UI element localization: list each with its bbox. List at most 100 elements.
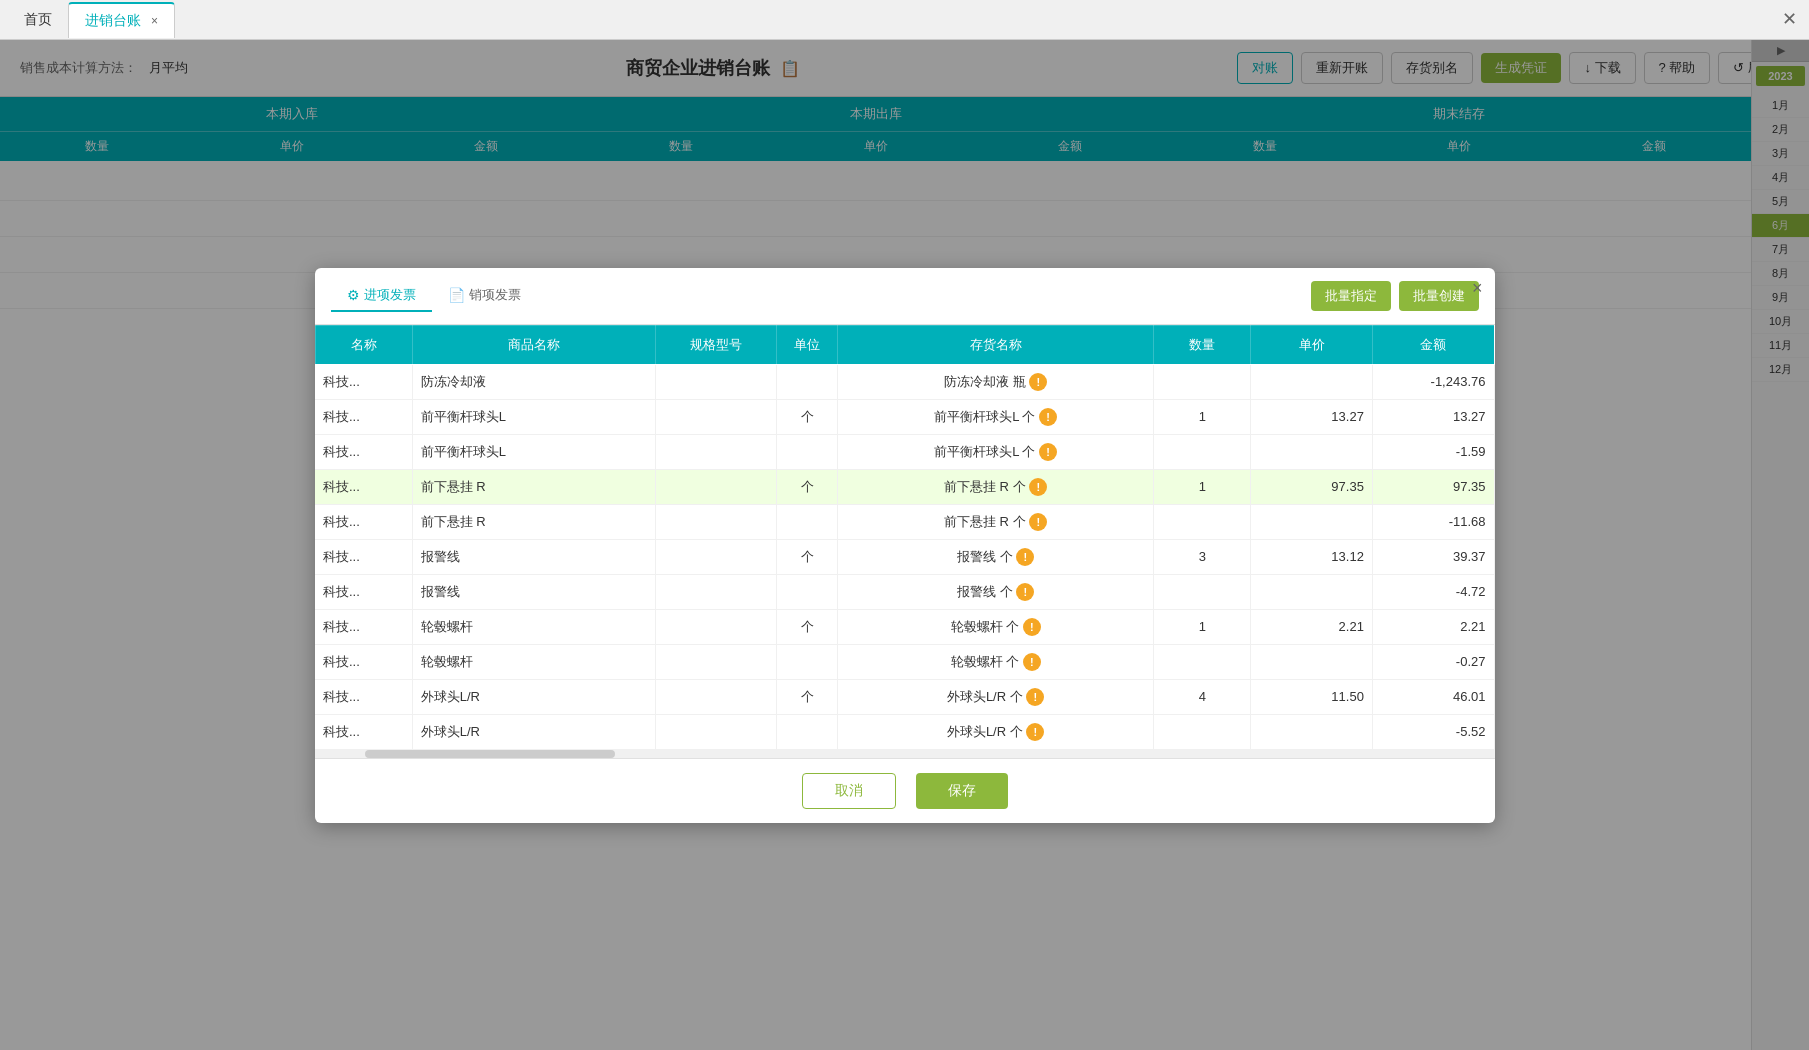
- table-row[interactable]: 科技...报警线 报警线 个 ! -4.72: [315, 574, 1494, 609]
- cell-name: 科技...: [315, 539, 412, 574]
- cell-unit: 个: [777, 399, 838, 434]
- modal-header: ⚙ 进项发票 📄 销项发票 批量指定 批量创建 ×: [315, 268, 1495, 325]
- cell-product: 前平衡杆球头L: [412, 399, 655, 434]
- table-row[interactable]: 科技...外球头L/R外球头L/R 个 !-5.52: [315, 714, 1494, 749]
- outgoing-tab-label: 销项发票: [469, 286, 521, 304]
- scrollbar-thumb[interactable]: [365, 750, 615, 758]
- cell-unit: 个: [777, 679, 838, 714]
- table-row[interactable]: 科技...轮毂螺杆个轮毂螺杆 个 !12.212.21: [315, 609, 1494, 644]
- table-scrollbar[interactable]: [315, 750, 1495, 758]
- cell-inventory: 报警线 个 !: [838, 574, 1154, 609]
- cell-product: 前下悬挂 R: [412, 504, 655, 539]
- cell-quantity: [1154, 364, 1251, 399]
- cell-price: [1251, 434, 1373, 469]
- batch-create-button[interactable]: 批量创建: [1399, 281, 1479, 311]
- cell-spec: [655, 399, 777, 434]
- tab-bar: 首页 进销台账 × ✕: [0, 0, 1809, 40]
- modal-tabs: ⚙ 进项发票 📄 销项发票: [331, 280, 537, 312]
- cell-inventory: 前平衡杆球头L 个 !: [838, 399, 1154, 434]
- cell-inventory: 报警线 个 !: [838, 539, 1154, 574]
- cell-price: 2.21: [1251, 609, 1373, 644]
- cell-product: 防冻冷却液: [412, 364, 655, 399]
- modal-dialog: ⚙ 进项发票 📄 销项发票 批量指定 批量创建 ×: [315, 268, 1495, 823]
- cell-unit: [777, 504, 838, 539]
- cell-name: 科技...: [315, 574, 412, 609]
- cell-price: 11.50: [1251, 679, 1373, 714]
- table-row[interactable]: 科技...前下悬挂 R个前下悬挂 R 个 !197.3597.35: [315, 469, 1494, 504]
- main-area: 销售成本计算方法： 月平均 商贸企业进销台账 📋 对账 重新开账 存货别名 生成…: [0, 40, 1809, 1050]
- tab-close-icon[interactable]: ×: [151, 14, 158, 28]
- cell-name: 科技...: [315, 679, 412, 714]
- cell-unit: [777, 434, 838, 469]
- cell-amount: -1,243.76: [1372, 364, 1494, 399]
- tab-outgoing-invoice[interactable]: 📄 销项发票: [432, 280, 537, 312]
- cell-price: [1251, 504, 1373, 539]
- col-price: 单价: [1251, 325, 1373, 364]
- modal-close-button[interactable]: ×: [1472, 278, 1483, 299]
- cell-spec: [655, 574, 777, 609]
- col-name: 名称: [315, 325, 412, 364]
- cell-product: 报警线: [412, 574, 655, 609]
- cell-spec: [655, 434, 777, 469]
- cell-amount: 39.37: [1372, 539, 1494, 574]
- cell-product: 前平衡杆球头L: [412, 434, 655, 469]
- cell-amount: 97.35: [1372, 469, 1494, 504]
- cell-amount: -4.72: [1372, 574, 1494, 609]
- tab-home[interactable]: 首页: [8, 3, 68, 37]
- table-row[interactable]: 科技...防冻冷却液防冻冷却液 瓶 !-1,243.76: [315, 364, 1494, 399]
- cell-quantity: 4: [1154, 679, 1251, 714]
- cell-product: 报警线: [412, 539, 655, 574]
- batch-assign-button[interactable]: 批量指定: [1311, 281, 1391, 311]
- warning-icon: !: [1039, 408, 1057, 426]
- cell-amount: -5.52: [1372, 714, 1494, 749]
- table-row[interactable]: 科技...外球头L/R个外球头L/R 个 !411.5046.01: [315, 679, 1494, 714]
- cell-spec: [655, 644, 777, 679]
- cell-spec: [655, 364, 777, 399]
- cell-amount: 2.21: [1372, 609, 1494, 644]
- cell-quantity: [1154, 644, 1251, 679]
- table-row[interactable]: 科技...报警线个报警线 个 !313.1239.37: [315, 539, 1494, 574]
- table-row[interactable]: 科技...轮毂螺杆轮毂螺杆 个 !-0.27: [315, 644, 1494, 679]
- modal-overlay: ⚙ 进项发票 📄 销项发票 批量指定 批量创建 ×: [0, 40, 1809, 1050]
- cancel-button[interactable]: 取消: [802, 773, 896, 809]
- cell-amount: -11.68: [1372, 504, 1494, 539]
- cell-unit: [777, 644, 838, 679]
- outgoing-tab-icon: 📄: [448, 287, 465, 303]
- cell-unit: 个: [777, 609, 838, 644]
- col-amount: 金额: [1372, 325, 1494, 364]
- cell-spec: [655, 714, 777, 749]
- table-row[interactable]: 科技...前平衡杆球头L个前平衡杆球头L 个 !113.2713.27: [315, 399, 1494, 434]
- tab-active[interactable]: 进销台账 ×: [68, 2, 175, 38]
- table-row[interactable]: 科技...前平衡杆球头L前平衡杆球头L 个 !-1.59: [315, 434, 1494, 469]
- cell-price: [1251, 574, 1373, 609]
- cell-inventory: 前平衡杆球头L 个 !: [838, 434, 1154, 469]
- cell-name: 科技...: [315, 714, 412, 749]
- cell-inventory: 前下悬挂 R 个 !: [838, 469, 1154, 504]
- col-quantity: 数量: [1154, 325, 1251, 364]
- cell-price: 97.35: [1251, 469, 1373, 504]
- cell-quantity: 3: [1154, 539, 1251, 574]
- cell-name: 科技...: [315, 504, 412, 539]
- window-close-button[interactable]: ✕: [1782, 8, 1797, 30]
- cell-product: 前下悬挂 R: [412, 469, 655, 504]
- cell-spec: [655, 609, 777, 644]
- cell-price: [1251, 714, 1373, 749]
- warning-icon: !: [1023, 618, 1041, 636]
- incoming-tab-label: 进项发票: [364, 286, 416, 304]
- save-button[interactable]: 保存: [916, 773, 1008, 809]
- tab-incoming-invoice[interactable]: ⚙ 进项发票: [331, 280, 432, 312]
- cell-quantity: [1154, 434, 1251, 469]
- cell-inventory: 轮毂螺杆 个 !: [838, 609, 1154, 644]
- table-row[interactable]: 科技...前下悬挂 R前下悬挂 R 个 !-11.68: [315, 504, 1494, 539]
- cell-amount: 13.27: [1372, 399, 1494, 434]
- cell-quantity: [1154, 504, 1251, 539]
- warning-icon: !: [1023, 653, 1041, 671]
- warning-icon: !: [1029, 478, 1047, 496]
- cell-spec: [655, 539, 777, 574]
- cell-inventory: 轮毂螺杆 个 !: [838, 644, 1154, 679]
- modal-table-container[interactable]: 名称 商品名称 规格型号 单位 存货名称 数量 单价 金额 科技...防冻冷却液…: [315, 325, 1495, 750]
- cell-price: [1251, 364, 1373, 399]
- cell-name: 科技...: [315, 399, 412, 434]
- cell-quantity: 1: [1154, 469, 1251, 504]
- cell-spec: [655, 504, 777, 539]
